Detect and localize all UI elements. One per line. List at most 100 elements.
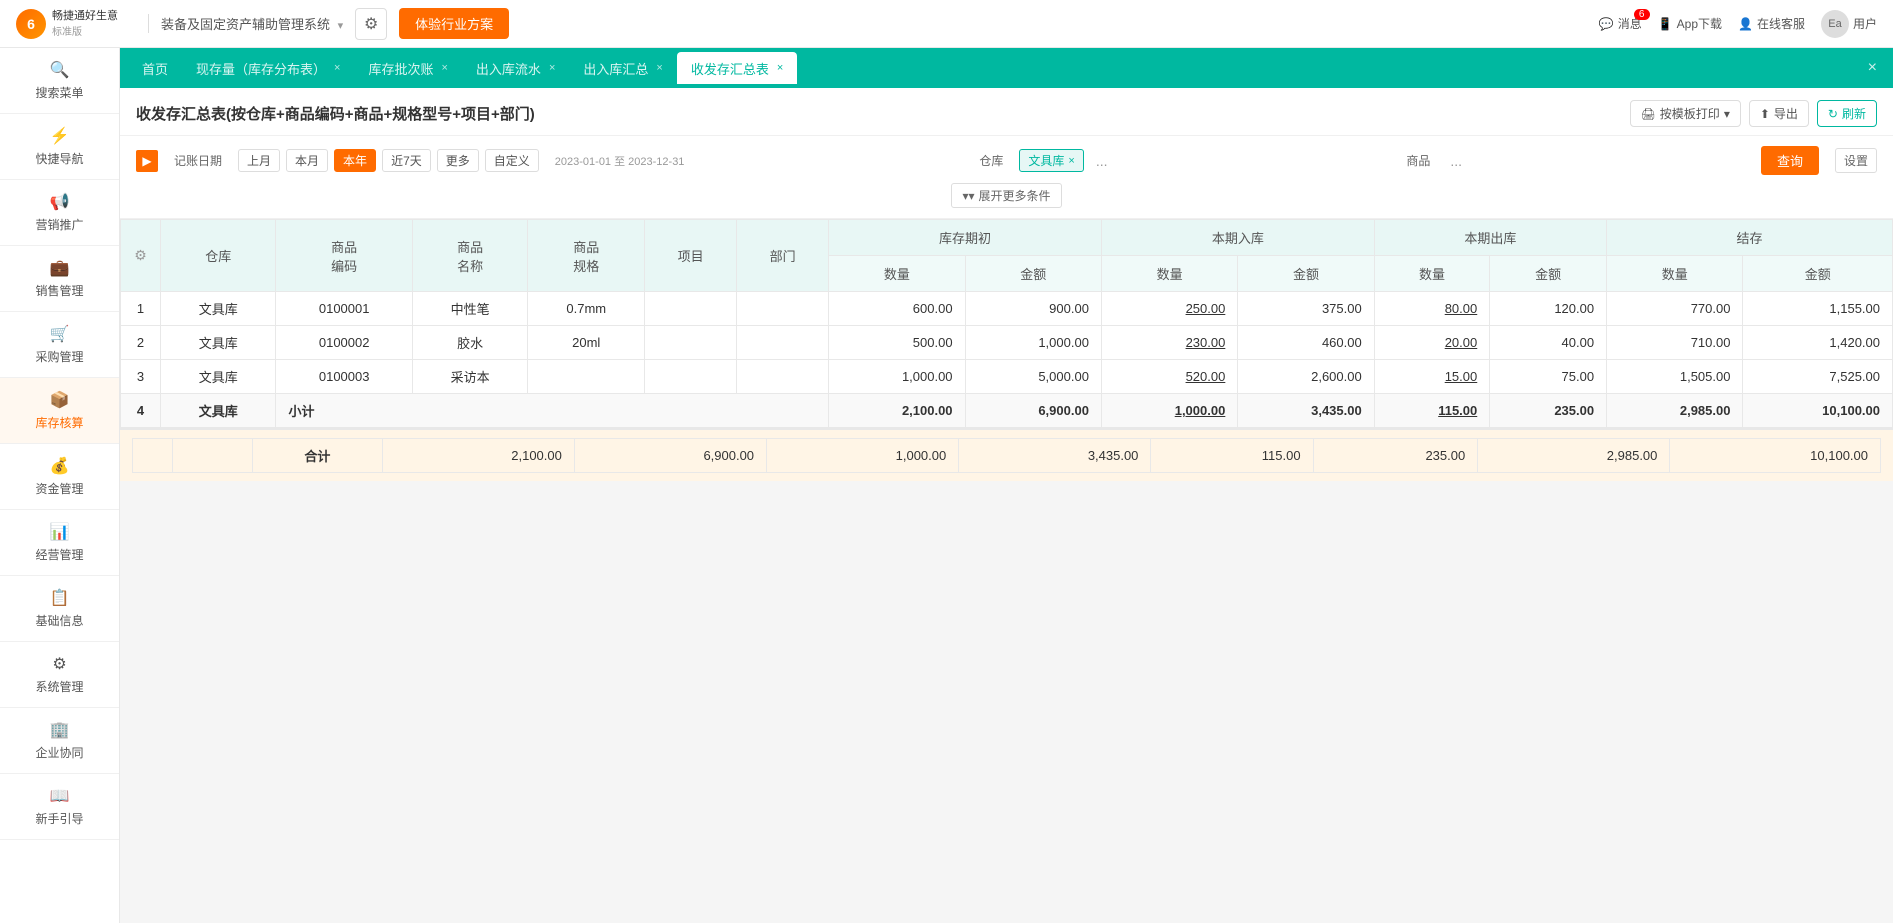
tab-in-out-summary-close[interactable]: × xyxy=(656,62,662,74)
tab-receipt-summary-label: 收发存汇总表 xyxy=(691,59,769,78)
row1-out-qty[interactable]: 80.00 xyxy=(1374,292,1490,326)
quick-nav-icon: ⚡ xyxy=(50,126,70,146)
total-empty-cell xyxy=(133,439,173,473)
row3-bal-amt: 7,525.00 xyxy=(1743,360,1893,394)
tab-inventory-dist-label: 现存量（库存分布表） xyxy=(196,59,326,78)
user-action[interactable]: Ea 用户 xyxy=(1821,10,1877,38)
sidebar-item-basic[interactable]: 📋 基础信息 xyxy=(0,576,119,642)
row3-name: 采访本 xyxy=(412,360,527,394)
row3-out-qty[interactable]: 15.00 xyxy=(1374,360,1490,394)
filter-settings-link[interactable]: 设置 xyxy=(1835,148,1877,173)
trial-button[interactable]: 体验行业方案 xyxy=(399,8,509,39)
table-settings-icon[interactable]: ⚙ xyxy=(134,247,147,263)
row1-in-amt: 375.00 xyxy=(1238,292,1374,326)
query-button[interactable]: 查询 xyxy=(1761,146,1819,175)
th-in-qty: 数量 xyxy=(1101,256,1237,292)
sidebar-item-newbie[interactable]: 📖 新手引导 xyxy=(0,774,119,840)
search-icon: 🔍 xyxy=(50,60,70,80)
header-left: 6 畅捷通好生意 标准版 装备及固定资产辅助管理系统 ▾ ⚙ 体验行业方案 xyxy=(16,8,509,40)
th-spec: 商品规格 xyxy=(528,220,645,292)
sidebar-item-enterprise[interactable]: 🏢 企业协同 xyxy=(0,708,119,774)
subtotal-in-qty[interactable]: 1,000.00 xyxy=(1101,394,1237,428)
basic-icon: 📋 xyxy=(50,588,70,608)
subtotal-out-qty[interactable]: 115.00 xyxy=(1374,394,1490,428)
warehouse-tag: 文具库 × xyxy=(1019,149,1083,172)
tab-in-out-flow-close[interactable]: × xyxy=(549,62,555,74)
tab-in-out-flow[interactable]: 出入库流水 × xyxy=(462,52,569,84)
header-right-actions: 💬 消息 6 📱 App下载 👤 在线客服 Ea 用户 xyxy=(1599,10,1877,38)
warehouse-tag-close[interactable]: × xyxy=(1068,155,1074,167)
row3-in-qty[interactable]: 520.00 xyxy=(1101,360,1237,394)
sidebar-label-inventory: 库存核算 xyxy=(35,414,83,431)
sidebar-item-operations[interactable]: 📊 经营管理 xyxy=(0,510,119,576)
th-name: 商品名称 xyxy=(412,220,527,292)
date-filter-custom[interactable]: 自定义 xyxy=(485,149,539,172)
goods-ellipsis[interactable]: ... xyxy=(1446,153,1466,169)
online-service-action[interactable]: 👤 在线客服 xyxy=(1738,15,1805,32)
tab-batch-ledger-close[interactable]: × xyxy=(441,62,447,74)
row2-in-qty[interactable]: 230.00 xyxy=(1101,326,1237,360)
expand-label: 展开更多条件 xyxy=(979,187,1051,204)
settings-button[interactable]: ⚙ xyxy=(355,8,387,40)
export-button[interactable]: ⬆ 导出 xyxy=(1749,100,1809,127)
sidebar-item-quick-nav[interactable]: ⚡ 快捷导航 xyxy=(0,114,119,180)
row2-out-qty[interactable]: 20.00 xyxy=(1374,326,1490,360)
content-area: 首页 现存量（库存分布表） × 库存批次账 × 出入库流水 × 出入库汇总 × … xyxy=(120,48,1893,923)
page-actions: 🖨 按模板打印 ▾ ⬆ 导出 ↻ 刷新 xyxy=(1630,100,1877,127)
sidebar-label-sales: 销售管理 xyxy=(35,282,83,299)
tab-receipt-summary-close[interactable]: × xyxy=(777,62,783,74)
sidebar-item-marketing[interactable]: 📢 营销推广 xyxy=(0,180,119,246)
sidebar-item-search[interactable]: 🔍 搜索菜单 xyxy=(0,48,119,114)
table-container: ⚙ 仓库 商品编码 商品名称 商品规格 项目 部门 库存期初 本期入库 本期出 xyxy=(120,219,1893,428)
row2-dept xyxy=(737,326,829,360)
date-filter-last-month[interactable]: 上月 xyxy=(238,149,280,172)
expand-more-button[interactable]: ▾▾ 展开更多条件 xyxy=(951,183,1061,208)
tab-inventory-dist[interactable]: 现存量（库存分布表） × xyxy=(182,52,354,84)
message-action[interactable]: 💬 消息 6 xyxy=(1599,15,1642,32)
filter-toggle-button[interactable]: ▶ xyxy=(136,150,158,172)
th-warehouse: 仓库 xyxy=(161,220,276,292)
sidebar-label-purchase: 采购管理 xyxy=(35,348,83,365)
row2-open-qty: 500.00 xyxy=(829,326,965,360)
tab-bar-close[interactable]: × xyxy=(1860,59,1885,77)
export-icon: ⬆ xyxy=(1760,107,1770,121)
sidebar-item-purchase[interactable]: 🛒 采购管理 xyxy=(0,312,119,378)
row1-in-qty[interactable]: 250.00 xyxy=(1101,292,1237,326)
date-filter-this-month[interactable]: 本月 xyxy=(286,149,328,172)
sidebar-item-inventory[interactable]: 📦 库存核算 xyxy=(0,378,119,444)
main-panel: 收发存汇总表(按仓库+商品编码+商品+规格型号+项目+部门) 🖨 按模板打印 ▾… xyxy=(120,88,1893,481)
tab-in-out-summary[interactable]: 出入库汇总 × xyxy=(569,52,676,84)
date-filter-7days[interactable]: 近7天 xyxy=(382,149,431,172)
total-label: 合计 xyxy=(253,439,383,473)
row1-dept xyxy=(737,292,829,326)
app-download-action[interactable]: 📱 App下载 xyxy=(1658,15,1722,32)
th-out-amt: 金额 xyxy=(1490,256,1607,292)
subtotal-out-amt: 235.00 xyxy=(1490,394,1607,428)
user-avatar: Ea xyxy=(1821,10,1849,38)
logo-sub: 标准版 xyxy=(52,23,118,38)
tab-inventory-dist-close[interactable]: × xyxy=(334,62,340,74)
sales-icon: 💼 xyxy=(50,258,70,278)
date-filter-more[interactable]: 更多 xyxy=(437,149,479,172)
sidebar-item-sales[interactable]: 💼 销售管理 xyxy=(0,246,119,312)
warehouse-ellipsis[interactable]: ... xyxy=(1092,153,1112,169)
filter-bar: ▶ 记账日期 上月 本月 本年 近7天 更多 自定义 2023-01-01 至 … xyxy=(120,136,1893,219)
data-table: ⚙ 仓库 商品编码 商品名称 商品规格 项目 部门 库存期初 本期入库 本期出 xyxy=(120,219,1893,428)
main-layout: 🔍 搜索菜单 ⚡ 快捷导航 📢 营销推广 💼 销售管理 🛒 采购管理 📦 库存核… xyxy=(0,48,1893,923)
sidebar-item-finance[interactable]: 💰 资金管理 xyxy=(0,444,119,510)
filter-row-2: ▾▾ 展开更多条件 xyxy=(136,183,1877,208)
sidebar-item-system[interactable]: ⚙ 系统管理 xyxy=(0,642,119,708)
sidebar-label-operations: 经营管理 xyxy=(35,546,83,563)
tab-batch-ledger[interactable]: 库存批次账 × xyxy=(354,52,461,84)
tab-receipt-summary[interactable]: 收发存汇总表 × xyxy=(677,52,797,84)
filter-row-1: ▶ 记账日期 上月 本月 本年 近7天 更多 自定义 2023-01-01 至 … xyxy=(136,146,1877,175)
refresh-button[interactable]: ↻ 刷新 xyxy=(1817,100,1877,127)
tab-home[interactable]: 首页 xyxy=(128,52,182,84)
logo-title: 畅捷通好生意 xyxy=(52,9,118,23)
tab-in-out-flow-label: 出入库流水 xyxy=(476,59,541,78)
row2-bal-qty: 710.00 xyxy=(1607,326,1743,360)
date-filter-this-year[interactable]: 本年 xyxy=(334,149,376,172)
total-open-qty: 2,100.00 xyxy=(382,439,574,473)
service-icon: 👤 xyxy=(1738,17,1753,31)
print-button[interactable]: 🖨 按模板打印 ▾ xyxy=(1630,100,1741,127)
